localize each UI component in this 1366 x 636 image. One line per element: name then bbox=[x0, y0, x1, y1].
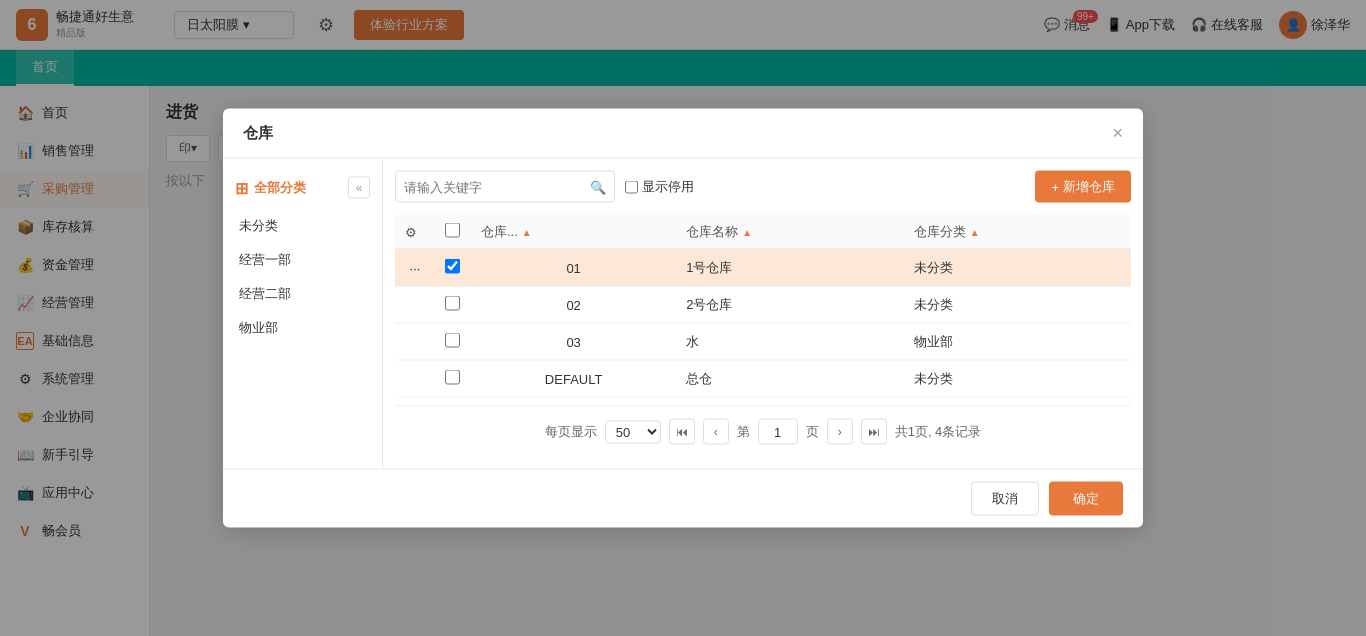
row-name-3: 水 bbox=[676, 323, 903, 360]
row-name-4: 总仓 bbox=[676, 360, 903, 397]
row-category-2: 未分类 bbox=[904, 286, 1131, 323]
search-input[interactable] bbox=[404, 179, 590, 194]
row-name-1: 1号仓库 bbox=[676, 249, 903, 286]
all-categories-label: 全部分类 bbox=[254, 179, 306, 197]
select-all-checkbox[interactable] bbox=[445, 223, 460, 238]
row-checkbox-4[interactable] bbox=[435, 360, 471, 397]
warehouse-modal: 仓库 × ⊞ 全部分类 « 未分类 经营一部 经营二部 物业部 🔍 bbox=[223, 109, 1143, 528]
row-checkbox-2[interactable] bbox=[435, 286, 471, 323]
total-info: 共1页, 4条记录 bbox=[895, 423, 982, 441]
last-page-btn[interactable]: ⏭ bbox=[861, 419, 887, 445]
modal-footer: 取消 确定 bbox=[223, 469, 1143, 528]
table-header-row: ⚙ 仓库... ▲ bbox=[395, 215, 1131, 250]
row-gear-1: ··· bbox=[395, 249, 435, 286]
page-label: 第 bbox=[737, 423, 750, 441]
row-num-1: 01 bbox=[471, 249, 676, 286]
sort-name-icon: ▲ bbox=[742, 226, 752, 237]
row-num-4: DEFAULT bbox=[471, 360, 676, 397]
row-checkbox-1[interactable] bbox=[435, 249, 471, 286]
next-page-btn[interactable]: › bbox=[827, 419, 853, 445]
table-row[interactable]: DEFAULT 总仓 未分类 bbox=[395, 360, 1131, 397]
table-container: ⚙ 仓库... ▲ bbox=[395, 215, 1131, 398]
table-row[interactable]: ··· 01 1号仓库 未分类 bbox=[395, 249, 1131, 286]
show-disabled-label: 显示停用 bbox=[642, 178, 694, 196]
show-disabled-checkbox[interactable] bbox=[625, 180, 638, 193]
modal-content-area: 🔍 显示停用 + 新增仓库 ⚙ bbox=[383, 159, 1143, 469]
category-sidebar: ⊞ 全部分类 « 未分类 经营一部 经营二部 物业部 bbox=[223, 159, 383, 469]
modal-close-button[interactable]: × bbox=[1112, 123, 1123, 144]
gear-header-icon: ⚙ bbox=[405, 224, 417, 239]
category-item-uncategorized[interactable]: 未分类 bbox=[223, 209, 382, 243]
per-page-select[interactable]: 50 100 200 bbox=[605, 420, 661, 443]
page-number-input[interactable] bbox=[758, 419, 798, 445]
show-disabled-checkbox-label[interactable]: 显示停用 bbox=[625, 178, 694, 196]
row-checkbox-3[interactable] bbox=[435, 323, 471, 360]
row-num-2: 02 bbox=[471, 286, 676, 323]
add-warehouse-label: 新增仓库 bbox=[1063, 178, 1115, 196]
table-row[interactable]: 03 水 物业部 bbox=[395, 323, 1131, 360]
row-category-3: 物业部 bbox=[904, 323, 1131, 360]
row-num-3: 03 bbox=[471, 323, 676, 360]
confirm-button[interactable]: 确定 bbox=[1049, 482, 1123, 516]
cancel-button[interactable]: 取消 bbox=[971, 482, 1039, 516]
th-checkbox bbox=[435, 215, 471, 250]
search-icon[interactable]: 🔍 bbox=[590, 179, 606, 194]
per-page-label: 每页显示 bbox=[545, 423, 597, 441]
row-gear-3 bbox=[395, 323, 435, 360]
add-warehouse-button[interactable]: + 新增仓库 bbox=[1035, 171, 1131, 203]
row-category-1: 未分类 bbox=[904, 249, 1131, 286]
grid-icon: ⊞ bbox=[235, 178, 248, 197]
th-name: 仓库名称 ▲ bbox=[676, 215, 903, 250]
th-gear: ⚙ bbox=[395, 215, 435, 250]
category-item-property[interactable]: 物业部 bbox=[223, 311, 382, 345]
warehouse-table: ⚙ 仓库... ▲ bbox=[395, 215, 1131, 398]
row-category-4: 未分类 bbox=[904, 360, 1131, 397]
category-item-ops1[interactable]: 经营一部 bbox=[223, 243, 382, 277]
row-name-2: 2号仓库 bbox=[676, 286, 903, 323]
table-row[interactable]: 02 2号仓库 未分类 bbox=[395, 286, 1131, 323]
row-gear-2 bbox=[395, 286, 435, 323]
first-page-btn[interactable]: ⏮ bbox=[669, 419, 695, 445]
category-header: ⊞ 全部分类 « bbox=[223, 171, 382, 209]
modal-toolbar: 🔍 显示停用 + 新增仓库 bbox=[395, 171, 1131, 203]
sort-category-icon: ▲ bbox=[970, 226, 980, 237]
th-code: 仓库... ▲ bbox=[471, 215, 676, 250]
modal-header: 仓库 × bbox=[223, 109, 1143, 159]
plus-icon: + bbox=[1051, 179, 1059, 194]
all-categories-btn[interactable]: ⊞ 全部分类 bbox=[235, 178, 306, 197]
sort-code-icon: ▲ bbox=[522, 226, 532, 237]
category-item-ops2[interactable]: 经营二部 bbox=[223, 277, 382, 311]
pagination: 每页显示 50 100 200 ⏮ ‹ 第 页 › ⏭ 共1页, 4条记录 bbox=[395, 406, 1131, 457]
category-collapse-btn[interactable]: « bbox=[348, 177, 370, 199]
th-category: 仓库分类 ▲ bbox=[904, 215, 1131, 250]
modal-title: 仓库 bbox=[243, 124, 273, 143]
page-suffix: 页 bbox=[806, 423, 819, 441]
row-gear-4 bbox=[395, 360, 435, 397]
modal-body: ⊞ 全部分类 « 未分类 经营一部 经营二部 物业部 🔍 显示停用 bbox=[223, 159, 1143, 469]
search-box: 🔍 bbox=[395, 171, 615, 203]
prev-page-btn[interactable]: ‹ bbox=[703, 419, 729, 445]
